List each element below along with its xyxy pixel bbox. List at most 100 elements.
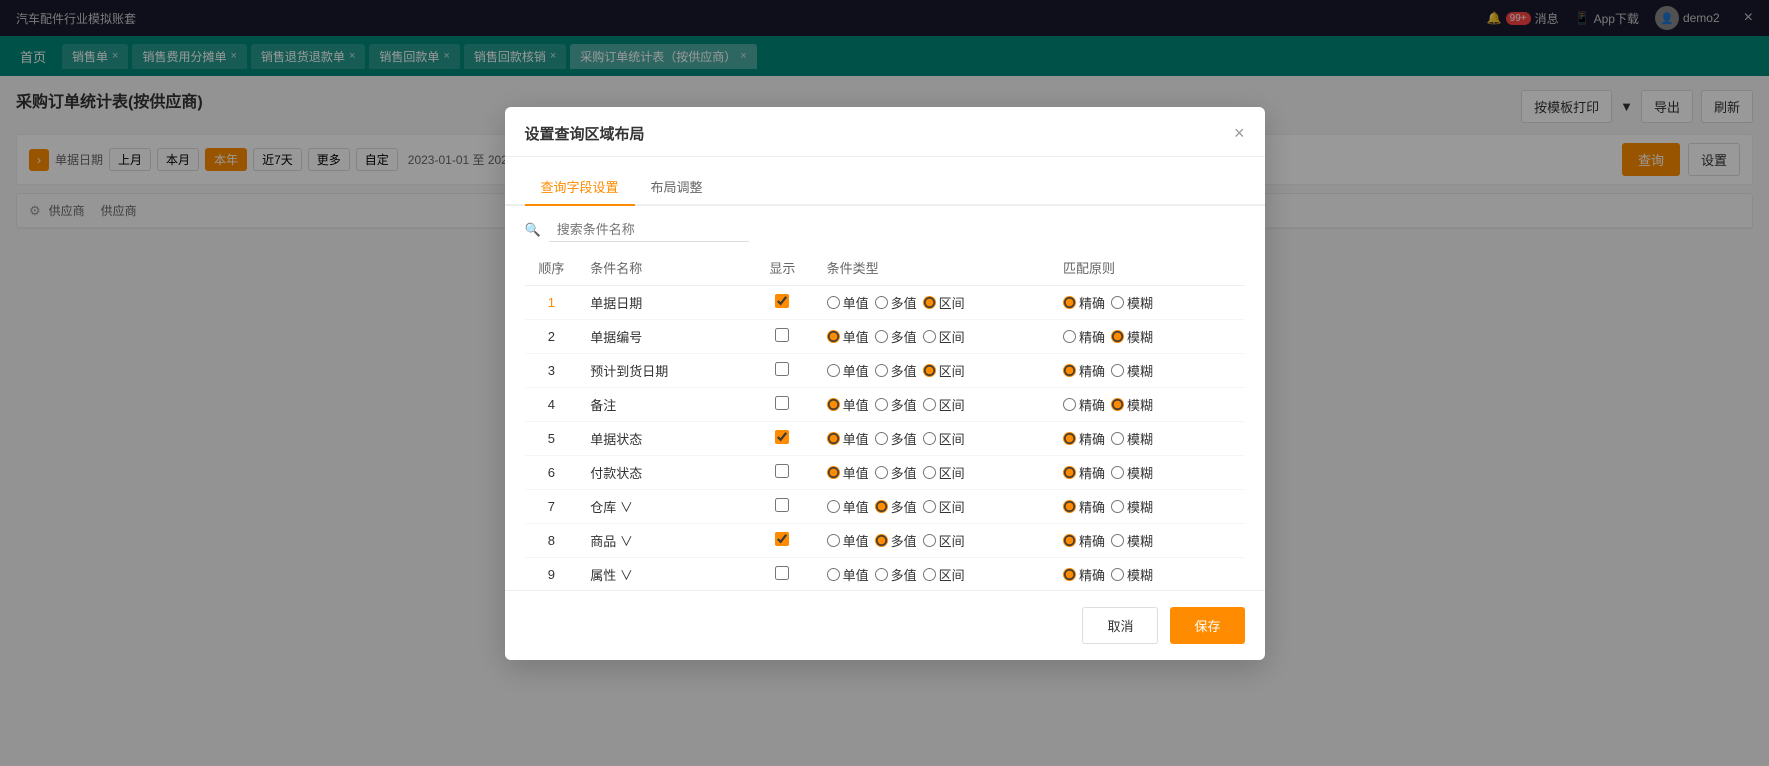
type-radio-label[interactable]: 区间 xyxy=(923,361,965,380)
type-radio-type_multi[interactable] xyxy=(875,466,888,479)
match-radio-label[interactable]: 精确 xyxy=(1063,497,1105,516)
type-radio-label[interactable]: 多值 xyxy=(875,497,917,516)
type-radio-label[interactable]: 区间 xyxy=(923,565,965,584)
type-radio-label[interactable]: 区间 xyxy=(923,429,965,448)
match-radio-label[interactable]: 模糊 xyxy=(1111,327,1153,346)
type-radio-label[interactable]: 单值 xyxy=(827,497,869,516)
type-radio-type_single[interactable] xyxy=(827,296,840,309)
match-radio-match_exact[interactable] xyxy=(1063,330,1076,343)
match-radio-match_fuzzy[interactable] xyxy=(1111,500,1124,513)
modal-tab-fields[interactable]: 查询字段设置 xyxy=(525,169,635,206)
match-radio-label[interactable]: 模糊 xyxy=(1111,395,1153,414)
display-checkbox[interactable] xyxy=(775,362,789,376)
match-radio-match_fuzzy[interactable] xyxy=(1111,364,1124,377)
type-radio-label[interactable]: 单值 xyxy=(827,361,869,380)
type-radio-type_range[interactable] xyxy=(923,330,936,343)
match-radio-match_exact[interactable] xyxy=(1063,534,1076,547)
type-radio-type_single[interactable] xyxy=(827,534,840,547)
search-input[interactable] xyxy=(549,218,749,242)
type-radio-label[interactable]: 多值 xyxy=(875,361,917,380)
type-radio-type_multi[interactable] xyxy=(875,296,888,309)
match-radio-label[interactable]: 精确 xyxy=(1063,293,1105,312)
type-radio-label[interactable]: 区间 xyxy=(923,293,965,312)
save-button[interactable]: 保存 xyxy=(1170,607,1244,644)
type-radio-label[interactable]: 单值 xyxy=(827,531,869,550)
match-radio-label[interactable]: 精确 xyxy=(1063,429,1105,448)
match-radio-match_fuzzy[interactable] xyxy=(1111,568,1124,581)
type-radio-type_range[interactable] xyxy=(923,534,936,547)
type-radio-label[interactable]: 单值 xyxy=(827,463,869,482)
type-radio-label[interactable]: 多值 xyxy=(875,395,917,414)
type-radio-label[interactable]: 多值 xyxy=(875,463,917,482)
match-radio-label[interactable]: 模糊 xyxy=(1111,361,1153,380)
type-radio-label[interactable]: 区间 xyxy=(923,497,965,516)
type-radio-label[interactable]: 区间 xyxy=(923,327,965,346)
display-checkbox[interactable] xyxy=(775,498,789,512)
match-radio-match_exact[interactable] xyxy=(1063,568,1076,581)
type-radio-type_single[interactable] xyxy=(827,568,840,581)
type-radio-type_range[interactable] xyxy=(923,568,936,581)
type-radio-type_single[interactable] xyxy=(827,466,840,479)
display-checkbox[interactable] xyxy=(775,328,789,342)
match-radio-match_fuzzy[interactable] xyxy=(1111,330,1124,343)
type-radio-label[interactable]: 单值 xyxy=(827,429,869,448)
modal-close-button[interactable]: × xyxy=(1234,124,1245,142)
type-radio-label[interactable]: 单值 xyxy=(827,293,869,312)
match-radio-match_fuzzy[interactable] xyxy=(1111,432,1124,445)
type-radio-type_single[interactable] xyxy=(827,398,840,411)
type-radio-type_single[interactable] xyxy=(827,432,840,445)
type-radio-type_single[interactable] xyxy=(827,364,840,377)
type-radio-type_range[interactable] xyxy=(923,432,936,445)
type-radio-label[interactable]: 多值 xyxy=(875,531,917,550)
type-radio-label[interactable]: 单值 xyxy=(827,565,869,584)
match-radio-match_fuzzy[interactable] xyxy=(1111,534,1124,547)
match-radio-label[interactable]: 模糊 xyxy=(1111,429,1153,448)
type-radio-type_single[interactable] xyxy=(827,330,840,343)
type-radio-type_multi[interactable] xyxy=(875,398,888,411)
match-radio-match_exact[interactable] xyxy=(1063,432,1076,445)
display-checkbox[interactable] xyxy=(775,430,789,444)
type-radio-type_multi[interactable] xyxy=(875,330,888,343)
match-radio-label[interactable]: 精确 xyxy=(1063,531,1105,550)
display-checkbox[interactable] xyxy=(775,294,789,308)
type-radio-type_range[interactable] xyxy=(923,500,936,513)
match-radio-label[interactable]: 精确 xyxy=(1063,395,1105,414)
type-radio-label[interactable]: 单值 xyxy=(827,327,869,346)
type-radio-type_multi[interactable] xyxy=(875,364,888,377)
type-radio-label[interactable]: 区间 xyxy=(923,531,965,550)
type-radio-type_range[interactable] xyxy=(923,364,936,377)
display-checkbox[interactable] xyxy=(775,566,789,580)
type-radio-label[interactable]: 单值 xyxy=(827,395,869,414)
match-radio-label[interactable]: 模糊 xyxy=(1111,531,1153,550)
type-radio-label[interactable]: 多值 xyxy=(875,293,917,312)
type-radio-label[interactable]: 区间 xyxy=(923,463,965,482)
match-radio-label[interactable]: 模糊 xyxy=(1111,497,1153,516)
match-radio-match_exact[interactable] xyxy=(1063,364,1076,377)
display-checkbox[interactable] xyxy=(775,396,789,410)
type-radio-label[interactable]: 区间 xyxy=(923,395,965,414)
type-radio-type_range[interactable] xyxy=(923,296,936,309)
type-radio-type_range[interactable] xyxy=(923,466,936,479)
match-radio-match_fuzzy[interactable] xyxy=(1111,398,1124,411)
type-radio-type_multi[interactable] xyxy=(875,534,888,547)
match-radio-match_exact[interactable] xyxy=(1063,500,1076,513)
type-radio-label[interactable]: 多值 xyxy=(875,429,917,448)
type-radio-type_multi[interactable] xyxy=(875,568,888,581)
type-radio-type_multi[interactable] xyxy=(875,500,888,513)
modal-tab-layout[interactable]: 布局调整 xyxy=(635,169,719,206)
display-checkbox[interactable] xyxy=(775,464,789,478)
match-radio-match_exact[interactable] xyxy=(1063,296,1076,309)
type-radio-type_range[interactable] xyxy=(923,398,936,411)
match-radio-match_exact[interactable] xyxy=(1063,398,1076,411)
match-radio-match_exact[interactable] xyxy=(1063,466,1076,479)
match-radio-label[interactable]: 模糊 xyxy=(1111,565,1153,584)
match-radio-match_fuzzy[interactable] xyxy=(1111,466,1124,479)
match-radio-label[interactable]: 精确 xyxy=(1063,565,1105,584)
match-radio-label[interactable]: 精确 xyxy=(1063,327,1105,346)
match-radio-label[interactable]: 模糊 xyxy=(1111,463,1153,482)
type-radio-type_multi[interactable] xyxy=(875,432,888,445)
match-radio-label[interactable]: 模糊 xyxy=(1111,293,1153,312)
type-radio-label[interactable]: 多值 xyxy=(875,327,917,346)
match-radio-match_fuzzy[interactable] xyxy=(1111,296,1124,309)
type-radio-label[interactable]: 多值 xyxy=(875,565,917,584)
